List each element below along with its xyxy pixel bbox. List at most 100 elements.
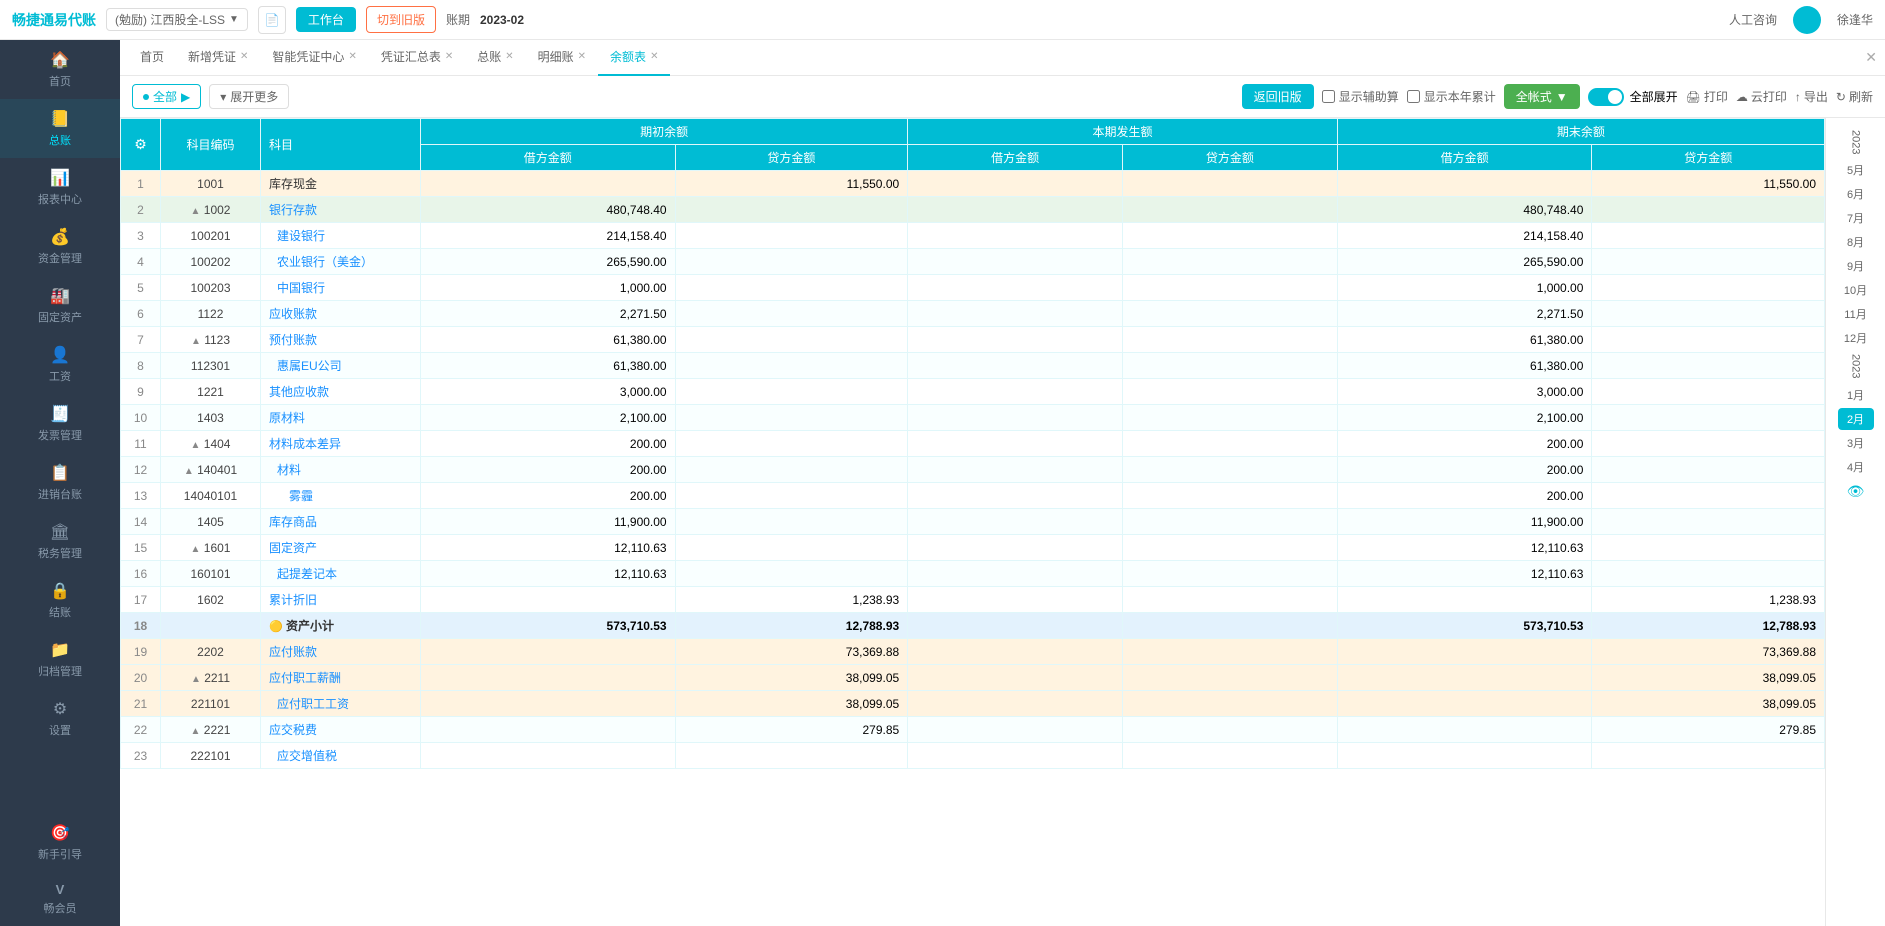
tab-ledger[interactable]: 总账 ✕	[465, 40, 525, 76]
tab-detail-ledger[interactable]: 明细账 ✕	[526, 40, 598, 76]
cloud-print-button[interactable]: ☁ 云打印	[1736, 88, 1787, 105]
month-5[interactable]: 5月	[1838, 159, 1874, 181]
cloud-print-icon: ☁	[1736, 90, 1748, 104]
cell-opening-debit	[421, 691, 676, 717]
eye-icon[interactable]: 👁	[1847, 483, 1865, 500]
show-ytd-label: 显示本年累计	[1424, 88, 1496, 105]
cell-name[interactable]: 银行存款	[261, 197, 421, 223]
cell-name[interactable]: 应交税费	[261, 717, 421, 743]
month-2[interactable]: 2月	[1838, 408, 1874, 430]
cell-name[interactable]: 原材料	[261, 405, 421, 431]
toggle-track[interactable]	[1588, 88, 1624, 106]
cell-name[interactable]: 惠属EU公司	[261, 353, 421, 379]
expand-more-button[interactable]: ▾ 展开更多	[209, 84, 289, 109]
month-6[interactable]: 6月	[1838, 183, 1874, 205]
cell-name[interactable]: 起提差记本	[261, 561, 421, 587]
cell-name[interactable]: 农业银行（美金）	[261, 249, 421, 275]
cell-closing-debit: 61,380.00	[1337, 327, 1592, 353]
cell-name[interactable]: 应交增值税	[261, 743, 421, 769]
sidebar-item-invoice[interactable]: 🧾 发票管理	[0, 394, 120, 453]
cell-name[interactable]: 材料	[261, 457, 421, 483]
sidebar-item-guide[interactable]: 🎯 新手引导	[0, 813, 120, 872]
expand-all-toggle[interactable]: 全部展开	[1588, 88, 1678, 106]
cell-current-credit	[1122, 535, 1337, 561]
show-aux-input[interactable]	[1322, 90, 1335, 103]
user-avatar[interactable]	[1793, 6, 1821, 34]
company-dropdown-icon: ▼	[229, 14, 239, 25]
cell-name[interactable]: 固定资产	[261, 535, 421, 561]
sidebar-label-guide: 新手引导	[38, 846, 82, 862]
show-aux-checkbox[interactable]: 显示辅助算	[1322, 88, 1399, 105]
full-form-button[interactable]: 全帐式 ▼	[1504, 84, 1580, 109]
refresh-button[interactable]: ↻ 刷新	[1836, 88, 1873, 105]
tab-voucher-summary-close[interactable]: ✕	[445, 51, 453, 62]
workbench-button[interactable]: 工作台	[296, 7, 356, 32]
cell-closing-debit	[1337, 691, 1592, 717]
cell-opening-debit: 1,000.00	[421, 275, 676, 301]
consultant-label[interactable]: 人工咨询	[1729, 11, 1777, 28]
tab-balance-sheet-close[interactable]: ✕	[650, 51, 658, 62]
expand-label: 展开更多	[230, 88, 278, 105]
month-8[interactable]: 8月	[1838, 231, 1874, 253]
tab-ledger-close[interactable]: ✕	[505, 51, 513, 62]
cell-name[interactable]: 雾霾	[261, 483, 421, 509]
month-9[interactable]: 9月	[1838, 255, 1874, 277]
show-ytd-checkbox[interactable]: 显示本年累计	[1407, 88, 1496, 105]
cell-current-debit	[908, 535, 1123, 561]
sidebar-item-fixed-assets[interactable]: 🏭 固定资产	[0, 276, 120, 335]
month-7[interactable]: 7月	[1838, 207, 1874, 229]
cell-no: 21	[121, 691, 161, 717]
sidebar-item-ledger[interactable]: 📒 总账	[0, 99, 120, 158]
voucher-icon-btn[interactable]: 📄	[258, 6, 286, 34]
print-button[interactable]: 🖨 打印	[1686, 88, 1728, 105]
show-ytd-input[interactable]	[1407, 90, 1420, 103]
month-3[interactable]: 3月	[1838, 432, 1874, 454]
tab-balance-sheet[interactable]: 余额表 ✕	[598, 40, 670, 76]
cell-name[interactable]: 预付账款	[261, 327, 421, 353]
cell-name[interactable]: 应收账款	[261, 301, 421, 327]
month-4[interactable]: 4月	[1838, 456, 1874, 478]
month-11[interactable]: 11月	[1838, 303, 1874, 325]
month-12[interactable]: 12月	[1838, 327, 1874, 349]
sidebar-item-archive[interactable]: 📁 归档管理	[0, 630, 120, 689]
cell-closing-debit	[1337, 171, 1592, 197]
cell-name[interactable]: 应付职工薪酬	[261, 665, 421, 691]
cell-name[interactable]: 应付职工工资	[261, 691, 421, 717]
tab-add-voucher-close[interactable]: ✕	[240, 51, 248, 62]
close-all-tabs-button[interactable]: ✕	[1865, 49, 1877, 66]
tab-voucher-summary[interactable]: 凭证汇总表 ✕	[369, 40, 465, 76]
month-1[interactable]: 1月	[1838, 384, 1874, 406]
sidebar-item-home[interactable]: 🏠 首页	[0, 40, 120, 99]
switch-version-button[interactable]: 切到旧版	[366, 6, 436, 33]
sidebar-item-settings[interactable]: ⚙ 设置	[0, 689, 120, 748]
cell-name[interactable]: 材料成本差异	[261, 431, 421, 457]
tab-add-voucher[interactable]: 新增凭证 ✕	[176, 40, 260, 76]
sidebar-item-close[interactable]: 🔒 结账	[0, 571, 120, 630]
cell-name[interactable]: 应付账款	[261, 639, 421, 665]
cell-name[interactable]: 其他应收款	[261, 379, 421, 405]
month-10[interactable]: 10月	[1838, 279, 1874, 301]
company-selector[interactable]: (勉励) 江西股全-LSS ▼	[106, 8, 248, 31]
tab-smart-center-close[interactable]: ✕	[348, 51, 356, 62]
cell-no: 19	[121, 639, 161, 665]
sidebar-item-sales[interactable]: 📋 进销台账	[0, 453, 120, 512]
sidebar-item-member[interactable]: V 畅会员	[0, 872, 120, 926]
sidebar-item-assets[interactable]: 💰 资金管理	[0, 217, 120, 276]
sidebar-label-invoice: 发票管理	[38, 427, 82, 443]
cell-name[interactable]: 累计折旧	[261, 587, 421, 613]
cell-name[interactable]: 中国银行	[261, 275, 421, 301]
return-old-version-button[interactable]: 返回旧版	[1242, 84, 1314, 109]
sidebar-item-hr[interactable]: 👤 工资	[0, 335, 120, 394]
cell-code: ▲ 1404	[161, 431, 261, 457]
tab-home[interactable]: 首页	[128, 40, 176, 76]
cell-name[interactable]: 库存商品	[261, 509, 421, 535]
all-filter-button[interactable]: 全部 ▶	[132, 84, 201, 109]
tab-detail-ledger-close[interactable]: ✕	[578, 51, 586, 62]
sidebar-item-tax[interactable]: 🏛 税务管理	[0, 512, 120, 571]
refresh-label: 刷新	[1849, 88, 1873, 105]
cell-opening-credit	[675, 379, 908, 405]
cell-name[interactable]: 建设银行	[261, 223, 421, 249]
export-button[interactable]: ↑ 导出	[1795, 88, 1828, 105]
sidebar-item-reports[interactable]: 📊 报表中心	[0, 158, 120, 217]
tab-smart-center[interactable]: 智能凭证中心 ✕	[260, 40, 368, 76]
